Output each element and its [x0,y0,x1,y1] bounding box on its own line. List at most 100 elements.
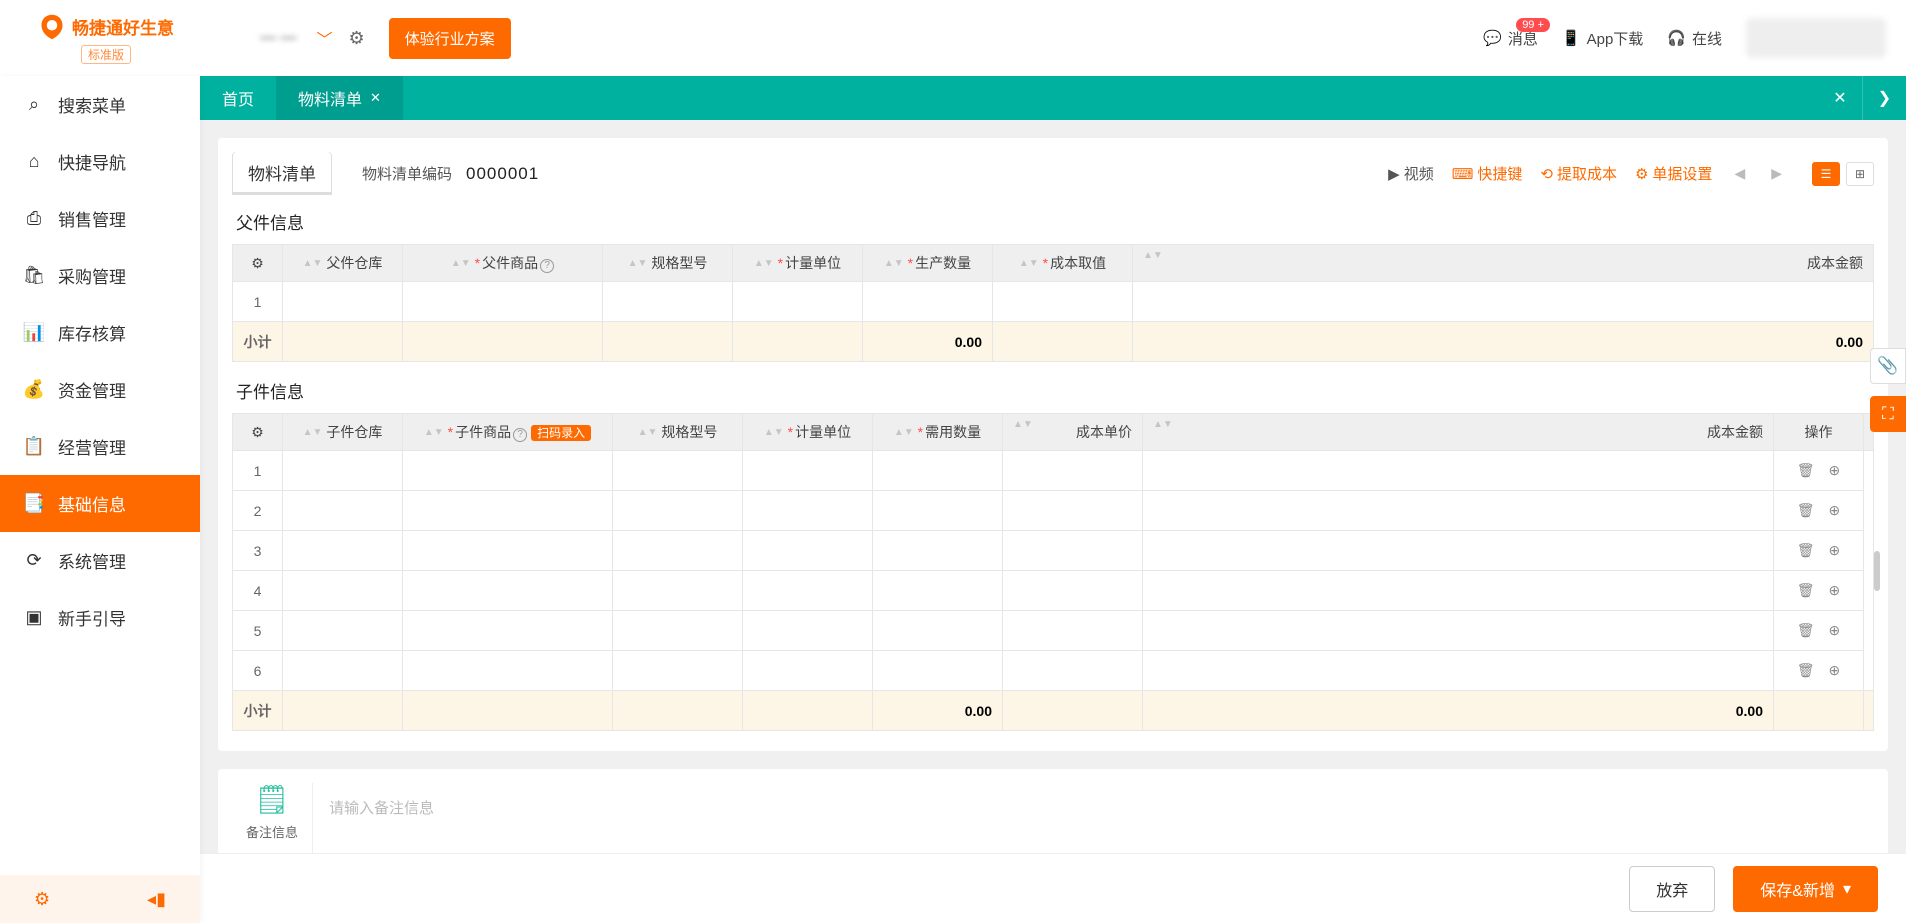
col-child-item[interactable]: ▲▼*子件商品?扫码录入 [403,414,613,451]
cell[interactable] [283,571,403,611]
sidebar-item-basedata[interactable]: 📑基础信息 [0,475,200,532]
sidebar-item-guide[interactable]: ▣新手引导 [0,589,200,646]
cell[interactable] [403,451,613,491]
org-selector[interactable]: — — [260,29,296,47]
cell[interactable] [613,531,743,571]
cell[interactable] [283,282,403,322]
cell[interactable] [743,651,873,691]
cell[interactable] [613,491,743,531]
delete-row-icon[interactable]: 🗑 [1797,542,1815,559]
cell[interactable] [1003,451,1143,491]
cell[interactable] [403,531,613,571]
sidebar-item-purchase[interactable]: 🛍采购管理 [0,247,200,304]
table-row[interactable]: 5🗑⊕ [233,611,1874,651]
cell[interactable] [1003,491,1143,531]
sidebar-item-operations[interactable]: 📋经营管理 [0,418,200,475]
attachment-button[interactable]: 📎 [1870,348,1906,384]
cell[interactable] [1003,571,1143,611]
sidebar-item-funds[interactable]: 💰资金管理 [0,361,200,418]
cell[interactable] [733,282,863,322]
view-card-button[interactable]: ⊞ [1846,162,1874,186]
messages-button[interactable]: 💬 消息 99 + [1483,28,1538,49]
cell[interactable] [873,571,1003,611]
cell[interactable] [1143,531,1774,571]
cell[interactable] [1133,282,1874,322]
remark-input[interactable] [312,783,1874,863]
cell[interactable] [1143,651,1774,691]
collapse-icon[interactable]: ◂▮ [147,889,166,910]
cell[interactable] [403,491,613,531]
chevron-down-icon[interactable]: ﹀ [316,26,332,50]
sidebar-item-inventory[interactable]: 📊库存核算 [0,304,200,361]
delete-row-icon[interactable]: 🗑 [1797,502,1815,519]
cell[interactable] [283,491,403,531]
col-child-unit[interactable]: ▲▼*计量单位 [743,414,873,451]
delete-row-icon[interactable]: 🗑 [1797,662,1815,679]
col-parent-costsrc[interactable]: ▲▼*成本取值 [993,245,1133,282]
cell[interactable] [873,531,1003,571]
cell[interactable] [743,611,873,651]
col-child-qty[interactable]: ▲▼*需用数量 [873,414,1003,451]
cell[interactable] [1143,571,1774,611]
nav-prev[interactable]: ◀ [1730,165,1749,182]
add-row-icon[interactable]: ⊕ [1829,462,1841,479]
col-child-wh[interactable]: ▲▼子件仓库 [283,414,403,451]
col-child-spec[interactable]: ▲▼规格型号 [613,414,743,451]
cell[interactable] [743,531,873,571]
add-row-icon[interactable]: ⊕ [1829,622,1841,639]
cell[interactable] [613,611,743,651]
col-parent-item[interactable]: ▲▼*父件商品? [403,245,603,282]
table-row[interactable]: 1 [233,282,1874,322]
info-icon[interactable]: ? [540,259,554,273]
app-download-button[interactable]: 📱 App下载 [1562,28,1643,49]
cell[interactable] [403,611,613,651]
cell[interactable] [603,282,733,322]
close-icon[interactable]: ✕ [370,90,381,106]
scan-tag[interactable]: 扫码录入 [531,425,591,441]
action-doc-settings[interactable]: ⚙单据设置 [1635,163,1712,184]
table-row[interactable]: 3🗑⊕ [233,531,1874,571]
cell[interactable] [1003,651,1143,691]
cell[interactable] [743,491,873,531]
discard-button[interactable]: 放弃 [1629,866,1715,912]
delete-row-icon[interactable]: 🗑 [1797,462,1815,479]
col-parent-amount[interactable]: ▲▼成本金额 [1133,245,1874,282]
cell[interactable] [283,531,403,571]
cell[interactable] [613,651,743,691]
cell[interactable] [873,651,1003,691]
cell[interactable] [873,491,1003,531]
cell[interactable] [283,611,403,651]
col-child-amount[interactable]: ▲▼成本金额 [1143,414,1774,451]
cell[interactable] [993,282,1133,322]
cta-button[interactable]: 体验行业方案 [389,18,511,59]
cell[interactable] [743,451,873,491]
save-new-button[interactable]: 保存&新增 ▾ [1733,866,1878,912]
tab-home[interactable]: 首页 [200,76,276,120]
settings-icon[interactable]: ⚙ [34,889,50,910]
fullscreen-button[interactable]: ⛶ [1870,396,1906,432]
table-row[interactable]: 6🗑⊕ [233,651,1874,691]
add-row-icon[interactable]: ⊕ [1829,662,1841,679]
sidebar-item-search[interactable]: ⌕搜索菜单 [0,76,200,133]
col-gear[interactable]: ⚙ [233,414,283,451]
col-parent-wh[interactable]: ▲▼父件仓库 [283,245,403,282]
add-row-icon[interactable]: ⊕ [1829,582,1841,599]
table-row[interactable]: 1🗑⊕ [233,451,1874,491]
col-parent-unit[interactable]: ▲▼*计量单位 [733,245,863,282]
delete-row-icon[interactable]: 🗑 [1797,622,1815,639]
col-parent-qty[interactable]: ▲▼*生产数量 [863,245,993,282]
cell[interactable] [873,451,1003,491]
cell[interactable] [283,451,403,491]
delete-row-icon[interactable]: 🗑 [1797,582,1815,599]
action-video[interactable]: ▶视频 [1388,163,1434,184]
tabs-expand[interactable]: ❯ [1862,76,1906,120]
cell[interactable] [1143,451,1774,491]
cell[interactable] [863,282,993,322]
cell[interactable] [403,282,603,322]
cell[interactable] [403,571,613,611]
cell[interactable] [613,571,743,611]
tabs-close-all[interactable]: ✕ [1818,76,1862,120]
cell[interactable] [613,451,743,491]
action-shortcut[interactable]: ⌨快捷键 [1452,163,1523,184]
gear-icon[interactable]: ⚙ [348,28,364,49]
